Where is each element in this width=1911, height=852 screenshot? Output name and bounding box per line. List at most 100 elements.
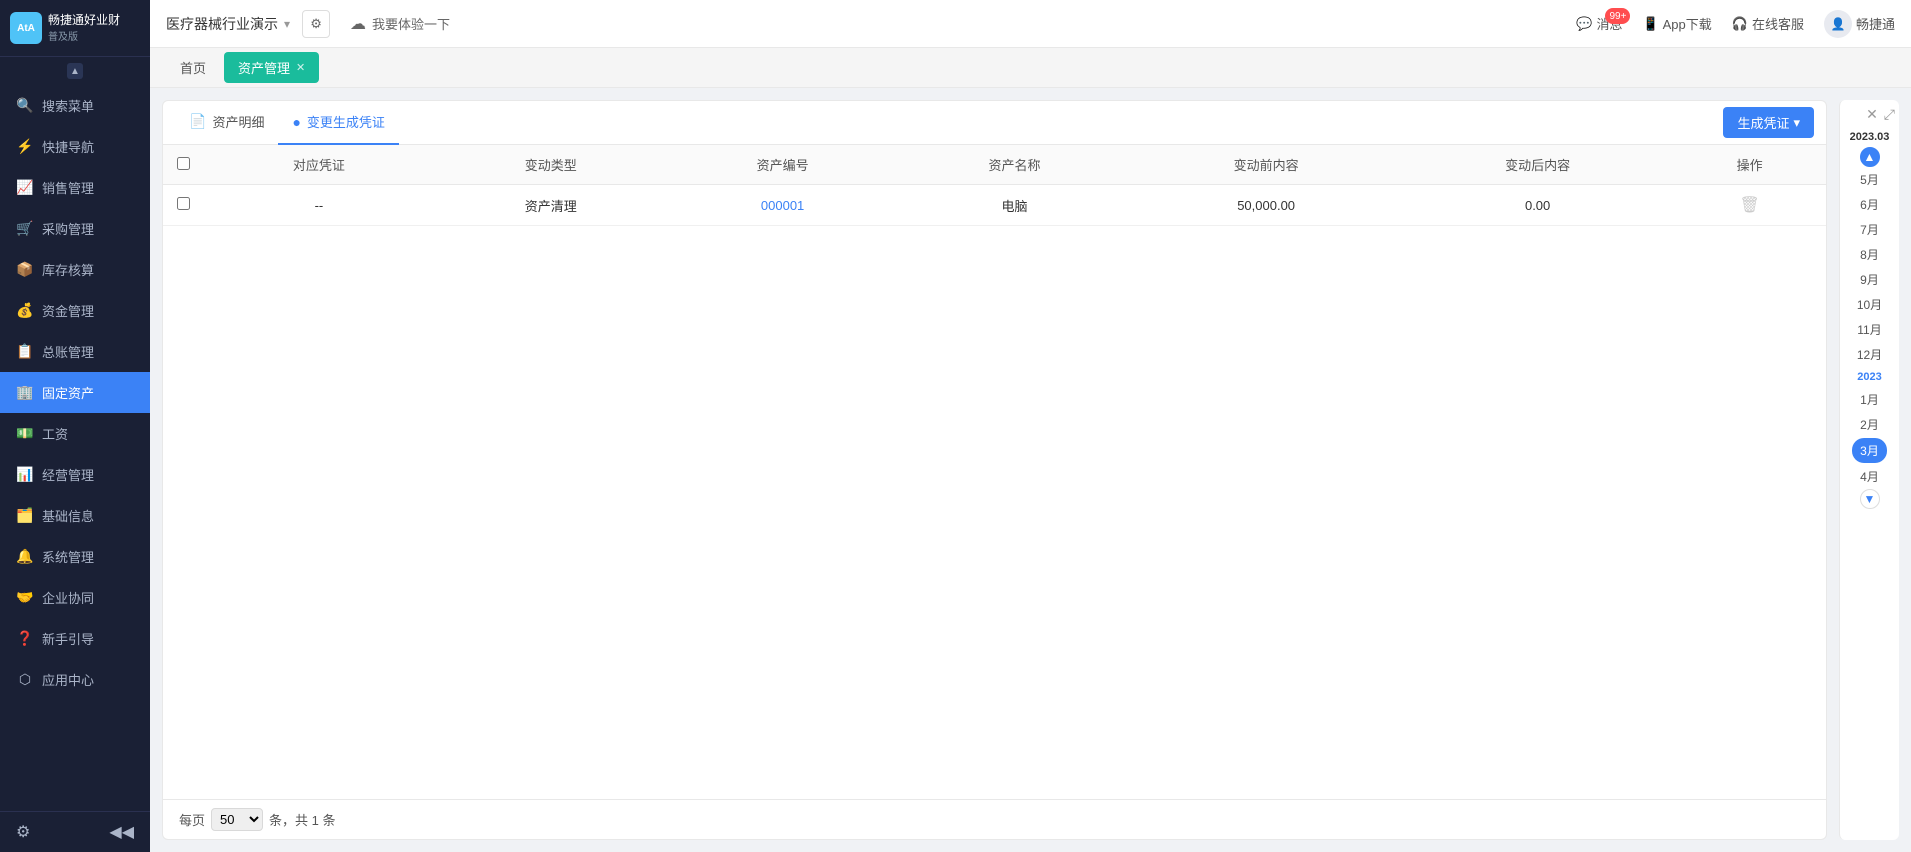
panel-close-button[interactable]: ✕: [1866, 106, 1878, 123]
sidebar-label-enterprise: 企业协同: [42, 588, 94, 607]
sidebar-item-sales[interactable]: 📈 销售管理: [0, 167, 150, 208]
month-label-12月[interactable]: 12月: [1849, 342, 1890, 367]
sidebar-item-ledger[interactable]: 📋 总账管理: [0, 331, 150, 372]
sidebar-item-quicknav[interactable]: ⚡ 快捷导航: [0, 126, 150, 167]
cell-change-type-0: 资产清理: [435, 185, 667, 226]
per-page-label: 每页: [179, 810, 205, 829]
logo-sub: 普及版: [48, 28, 120, 43]
sidebar-item-apps[interactable]: ⬡ 应用中心: [0, 659, 150, 700]
inventory-icon: 📦: [16, 261, 34, 279]
month-2023-3月[interactable]: 3月: [1852, 438, 1887, 463]
side-calendar-panel: ✕ ⤢ 2023.03 ▲ 5月6月7月8月9月10月11月12月 2023 1…: [1839, 100, 1899, 840]
per-page-select[interactable]: 2050100: [211, 808, 263, 831]
sidebar-label-search: 搜索菜单: [42, 96, 94, 115]
month-2023-2月[interactable]: 2月: [1846, 412, 1893, 437]
sidebar-item-funds[interactable]: 💰 资金管理: [0, 290, 150, 331]
sidebar-item-guide[interactable]: ❓ 新手引导: [0, 618, 150, 659]
topbar-chevron-icon[interactable]: ▾: [284, 17, 290, 31]
sidebar-label-sales: 销售管理: [42, 178, 94, 197]
generate-label: 生成凭证: [1737, 113, 1789, 132]
sidebar-item-enterprise[interactable]: 🤝 企业协同: [0, 577, 150, 618]
sidebar-item-purchase[interactable]: 🛒 采购管理: [0, 208, 150, 249]
base-icon: 🗂️: [16, 507, 34, 525]
month-label-5月[interactable]: 5月: [1849, 167, 1890, 192]
col-after: 变动后内容: [1402, 145, 1674, 185]
delete-row-button-0[interactable]: 🗑: [1740, 197, 1760, 214]
col-asset-name: 资产名称: [899, 145, 1131, 185]
row-checkbox-cell: [163, 185, 203, 226]
tab-asset-detail[interactable]: 📄 资产明细: [175, 101, 278, 145]
sidebar-item-base[interactable]: 🗂️ 基础信息: [0, 495, 150, 536]
sidebar-label-base: 基础信息: [42, 506, 94, 525]
sidebar-logo: AtA 畅捷通好业财 普及版: [0, 0, 150, 57]
detail-icon: 📄: [189, 113, 206, 130]
sidebar-item-management[interactable]: 📊 经营管理: [0, 454, 150, 495]
generate-voucher-button[interactable]: 生成凭证 ▾: [1723, 107, 1814, 138]
tab-asset[interactable]: 资产管理✕: [224, 52, 319, 83]
tab-label-home: 首页: [180, 58, 206, 77]
sidebar-item-system[interactable]: 🔔 系统管理: [0, 536, 150, 577]
messages-button[interactable]: 💬 消息 99+: [1576, 14, 1622, 33]
online-service-button[interactable]: 🎧 在线客服: [1732, 14, 1804, 33]
voucher-icon: ●: [292, 114, 300, 130]
col-action: 操作: [1673, 145, 1826, 185]
select-all-checkbox[interactable]: [177, 157, 190, 170]
month-label-8月[interactable]: 8月: [1849, 242, 1890, 267]
sidebar-label-ledger: 总账管理: [42, 342, 94, 361]
logo-icon: AtA: [10, 12, 42, 44]
sidebar-item-search[interactable]: 🔍 搜索菜单: [0, 85, 150, 126]
management-icon: 📊: [16, 466, 34, 484]
phone-icon: 📱: [1642, 16, 1658, 32]
col-before: 变动前内容: [1130, 145, 1402, 185]
app-download-button[interactable]: 📱 App下载: [1642, 14, 1711, 33]
month-label-7月[interactable]: 7月: [1849, 217, 1890, 242]
tab-home[interactable]: 首页: [166, 52, 220, 83]
pagination: 每页 2050100 条，共 1 条: [163, 799, 1826, 839]
col-checkbox: [163, 145, 203, 185]
sidebar-label-purchase: 采购管理: [42, 219, 94, 238]
sales-icon: 📈: [16, 179, 34, 197]
tabbar: 首页资产管理✕: [150, 48, 1911, 88]
sidebar-item-fixed[interactable]: 🏢 固定资产: [0, 372, 150, 413]
month-2023-4月[interactable]: 4月: [1846, 464, 1893, 489]
settings-icon[interactable]: ⚙: [16, 822, 30, 842]
data-table: 对应凭证 变动类型 资产编号 资产名称 变动前内容 变动后内容 操作 -- 资产…: [163, 145, 1826, 226]
panel-up-nav[interactable]: ▲: [1860, 147, 1880, 167]
apps-icon: ⬡: [16, 671, 34, 689]
month-label-10月[interactable]: 10月: [1849, 292, 1890, 317]
col-asset-no: 资产编号: [667, 145, 899, 185]
col-change-type: 变动类型: [435, 145, 667, 185]
table-row: -- 资产清理 000001 电脑 50,000.00 0.00 🗑: [163, 185, 1826, 226]
scroll-up-btn[interactable]: ▲: [67, 63, 83, 79]
sidebar-item-salary[interactable]: 💵 工资: [0, 413, 150, 454]
panel-down-nav[interactable]: ▼: [1860, 489, 1880, 509]
system-icon: 🔔: [16, 548, 34, 566]
cell-before-0: 50,000.00: [1130, 185, 1402, 226]
experience-label[interactable]: 我要体验一下: [372, 14, 450, 33]
month-label-9月[interactable]: 9月: [1849, 267, 1890, 292]
guide-icon: ❓: [16, 630, 34, 648]
month-label-11月[interactable]: 11月: [1849, 317, 1890, 342]
main-card: 📄 资产明细 ● 变更生成凭证 生成凭证 ▾: [162, 100, 1827, 840]
panel-year-2023: 2023: [1853, 367, 1885, 387]
cloud-icon: ☁: [350, 14, 366, 34]
tab-voucher-generate[interactable]: ● 变更生成凭证: [278, 101, 398, 145]
total-label: 条，共 1 条: [269, 810, 335, 829]
cell-asset-no-0: 000001: [667, 185, 899, 226]
panel-expand-button[interactable]: ⤢: [1884, 106, 1895, 123]
gear-button[interactable]: ⚙: [302, 10, 330, 38]
months-2023: 1月2月3月4月: [1846, 387, 1893, 489]
user-section[interactable]: 👤 畅捷通: [1824, 10, 1895, 38]
content: 📄 资产明细 ● 变更生成凭证 生成凭证 ▾: [150, 88, 1911, 852]
messages-badge: 99+: [1605, 8, 1630, 24]
row-checkbox-0[interactable]: [177, 197, 190, 210]
collapse-icon[interactable]: ◀◀: [109, 822, 134, 842]
sidebar-label-salary: 工资: [42, 424, 68, 443]
sidebar: AtA 畅捷通好业财 普及版 ▲ 🔍 搜索菜单 ⚡ 快捷导航 📈 销售管理 🛒 …: [0, 0, 150, 852]
month-label-6月[interactable]: 6月: [1849, 192, 1890, 217]
sidebar-item-inventory[interactable]: 📦 库存核算: [0, 249, 150, 290]
tab-close-asset[interactable]: ✕: [296, 61, 305, 74]
search-icon: 🔍: [16, 97, 34, 115]
panel-controls: ✕ ⤢: [1840, 104, 1899, 125]
month-2023-1月[interactable]: 1月: [1846, 387, 1893, 412]
